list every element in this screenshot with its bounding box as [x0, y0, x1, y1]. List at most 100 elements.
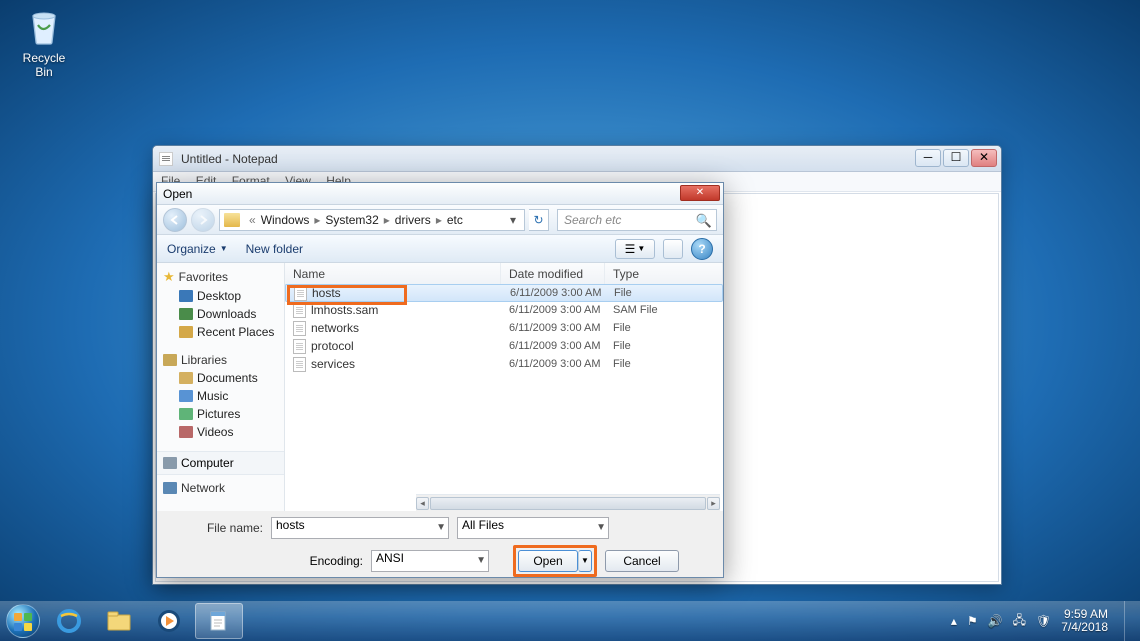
nav-bar: « Windows▸ System32▸ drivers▸ etc ▾ ↻ Se… [157, 205, 723, 235]
file-name: lmhosts.sam [311, 303, 378, 317]
column-header-name[interactable]: Name [285, 263, 501, 284]
notepad-taskbar-icon [207, 609, 231, 633]
maximize-button[interactable]: ☐ [943, 149, 969, 167]
network-icon [163, 482, 177, 494]
show-desktop-button[interactable] [1124, 601, 1134, 641]
breadcrumb-seg[interactable]: drivers [393, 213, 433, 227]
cancel-button[interactable]: Cancel [605, 550, 679, 572]
dialog-title: Open [163, 187, 192, 201]
explorer-icon [106, 610, 132, 632]
taskbar-media-player[interactable] [145, 603, 193, 639]
preview-pane-button[interactable] [663, 239, 683, 259]
file-name: networks [311, 321, 359, 335]
nav-computer[interactable]: Computer [157, 451, 284, 475]
breadcrumb-seg[interactable]: etc [445, 213, 465, 227]
file-row[interactable]: networks 6/11/2009 3:00 AMFile [285, 319, 723, 337]
recycle-bin-label: Recycle Bin [14, 51, 74, 79]
file-date: 6/11/2009 3:00 AM [501, 322, 605, 334]
file-date: 6/11/2009 3:00 AM [501, 304, 605, 316]
media-player-icon [156, 608, 182, 634]
file-date: 6/11/2009 3:00 AM [501, 340, 605, 352]
file-row[interactable]: protocol 6/11/2009 3:00 AMFile [285, 337, 723, 355]
taskbar-explorer[interactable] [95, 603, 143, 639]
taskbar: ▴ ⚑ 🔊 🖧 🛡 9:59 AM 7/4/2018 [0, 601, 1140, 641]
organize-button[interactable]: Organize ▼ [167, 242, 228, 256]
breadcrumb-seg[interactable]: System32 [323, 213, 380, 227]
file-type: File [606, 287, 640, 299]
notepad-titlebar[interactable]: Untitled - Notepad ─ ☐ ✕ [153, 146, 1001, 172]
open-dialog: Open ✕ « Windows▸ System32▸ drivers▸ etc… [156, 182, 724, 578]
notepad-title: Untitled - Notepad [181, 152, 278, 166]
nav-item-documents[interactable]: Documents [157, 369, 284, 387]
file-name: protocol [311, 339, 354, 353]
back-button[interactable] [163, 208, 187, 232]
file-name-input[interactable]: hosts▼ [271, 517, 449, 539]
breadcrumb-dropdown[interactable]: ▾ [506, 213, 520, 227]
taskbar-clock[interactable]: 9:59 AM 7/4/2018 [1061, 608, 1108, 634]
file-name: services [311, 357, 355, 371]
open-dropdown-button[interactable]: ▼ [578, 550, 592, 572]
taskbar-notepad[interactable] [195, 603, 243, 639]
file-icon [294, 286, 307, 301]
nav-item-recent-places[interactable]: Recent Places [157, 323, 284, 341]
tray-volume-icon[interactable]: 🔊 [988, 614, 1003, 628]
dialog-footer: File name: hosts▼ All Files▼ Encoding: A… [157, 511, 723, 577]
breadcrumb[interactable]: « Windows▸ System32▸ drivers▸ etc ▾ [219, 209, 525, 231]
dialog-titlebar[interactable]: Open ✕ [157, 183, 723, 205]
ie-icon [56, 608, 82, 634]
libraries-icon [163, 354, 177, 366]
windows-logo-icon [6, 604, 40, 638]
navigation-pane: ★Favorites Desktop Downloads Recent Plac… [157, 263, 285, 511]
nav-network[interactable]: Network [157, 475, 284, 497]
notepad-icon [159, 152, 173, 166]
tray-action-center-icon[interactable]: ⚑ [967, 614, 978, 628]
minimize-button[interactable]: ─ [915, 149, 941, 167]
tray-security-icon[interactable]: 🛡 [1036, 614, 1051, 628]
system-tray: ▴ ⚑ 🔊 🖧 🛡 9:59 AM 7/4/2018 [951, 601, 1138, 641]
search-placeholder: Search etc [564, 213, 621, 227]
column-header-type[interactable]: Type [605, 263, 723, 284]
dialog-close-button[interactable]: ✕ [680, 185, 720, 201]
view-mode-button[interactable]: ☰ ▼ [615, 239, 655, 259]
file-list: Name Date modified Type hosts6/11/2009 3… [285, 263, 723, 511]
file-type: File [605, 340, 639, 352]
file-name: hosts [312, 286, 341, 300]
start-button[interactable] [2, 601, 44, 641]
nav-favorites[interactable]: Favorites [179, 270, 228, 284]
nav-item-desktop[interactable]: Desktop [157, 287, 284, 305]
recycle-bin[interactable]: Recycle Bin [14, 8, 74, 79]
nav-item-videos[interactable]: Videos [157, 423, 284, 441]
file-name-label: File name: [167, 521, 263, 535]
taskbar-ie[interactable] [45, 603, 93, 639]
nav-item-pictures[interactable]: Pictures [157, 405, 284, 423]
open-button[interactable]: Open [518, 550, 578, 572]
file-row[interactable]: services6/11/2009 3:00 AMFile [285, 355, 723, 373]
search-input[interactable]: Search etc 🔍 [557, 209, 717, 231]
horizontal-scrollbar[interactable]: ◂▸ [416, 494, 720, 511]
help-button[interactable]: ? [691, 238, 713, 260]
file-icon [293, 339, 306, 354]
file-type-filter[interactable]: All Files▼ [457, 517, 609, 539]
dialog-toolbar: Organize ▼ New folder ☰ ▼ ? [157, 235, 723, 263]
file-row[interactable]: lmhosts.sam6/11/2009 3:00 AMSAM File [285, 301, 723, 319]
forward-button[interactable] [191, 208, 215, 232]
tray-show-hidden-icon[interactable]: ▴ [951, 614, 957, 628]
recycle-bin-icon [24, 8, 64, 46]
folder-icon [224, 213, 240, 227]
annotation-highlight-open: Open ▼ [513, 545, 597, 577]
file-type: File [605, 358, 639, 370]
breadcrumb-seg[interactable]: Windows [259, 213, 312, 227]
close-button[interactable]: ✕ [971, 149, 997, 167]
column-header-date[interactable]: Date modified [501, 263, 605, 284]
file-row[interactable]: hosts6/11/2009 3:00 AMFile [285, 284, 723, 302]
tray-network-icon[interactable]: 🖧 [1013, 611, 1026, 632]
file-icon [293, 357, 306, 372]
new-folder-button[interactable]: New folder [246, 242, 303, 256]
nav-item-music[interactable]: Music [157, 387, 284, 405]
file-type: File [605, 322, 639, 334]
nav-libraries[interactable]: Libraries [181, 353, 227, 367]
nav-item-downloads[interactable]: Downloads [157, 305, 284, 323]
file-icon [293, 321, 306, 336]
encoding-select[interactable]: ANSI▼ [371, 550, 489, 572]
refresh-button[interactable]: ↻ [529, 209, 549, 231]
